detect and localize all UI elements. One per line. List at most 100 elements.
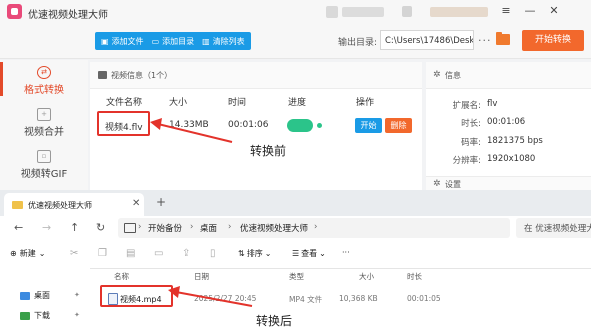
breadcrumb-item[interactable]: 优速视频处理大师: [240, 222, 308, 234]
add-folder-button[interactable]: ▭ 添加目录: [152, 36, 195, 47]
column-header-type[interactable]: 类型: [289, 271, 304, 282]
new-button[interactable]: ⊕ 新建 ⌄: [10, 248, 45, 259]
pin-icon[interactable]: ✦: [74, 311, 80, 319]
delete-button[interactable]: 删除: [385, 118, 412, 133]
nav-item-label: 下载: [34, 311, 50, 320]
file-name[interactable]: 视频4.mp4: [120, 294, 162, 305]
close-tab-icon[interactable]: ✕: [132, 198, 140, 209]
sidebar-item-label: 视频合并: [24, 127, 64, 138]
panel-title: 视频信息（1个）: [111, 71, 173, 80]
sidebar: ⇄ 格式转换 + 视频合并 ▫ 视频转GIF: [0, 60, 88, 190]
breadcrumb-item[interactable]: 桌面: [200, 222, 217, 234]
chevron-right-icon: ›: [190, 222, 194, 232]
column-header-name[interactable]: 名称: [114, 271, 129, 282]
delete-icon[interactable]: ▯: [210, 248, 216, 259]
column-header-name: 文件名称: [106, 98, 143, 108]
column-header-progress: 进度: [288, 98, 307, 108]
chevron-right-icon: ›: [314, 222, 318, 232]
panel-header: 视频信息（1个）: [90, 62, 422, 89]
nav-item-label: 桌面: [34, 291, 50, 300]
sidebar-item-video-merge[interactable]: + 视频合并: [0, 108, 88, 138]
user-name-blurred: [342, 7, 384, 17]
info-key: 分辨率:: [452, 156, 481, 166]
close-icon[interactable]: ✕: [546, 3, 562, 19]
status-dot: [317, 123, 322, 128]
forward-icon[interactable]: →: [42, 221, 51, 234]
file-duration-cell: 00:01:06: [228, 120, 269, 130]
info-value: 1821375 bps: [487, 136, 543, 146]
address-box[interactable]: › 开始备份 › 桌面 › 优速视频处理大师 ›: [118, 218, 510, 238]
open-folder-icon[interactable]: [496, 32, 510, 45]
sidebar-item-format-convert[interactable]: ⇄ 格式转换: [0, 66, 88, 96]
sort-label: 排序: [246, 249, 263, 258]
paste-icon[interactable]: ▤: [126, 248, 135, 259]
sidebar-item-video-gif[interactable]: ▫ 视频转GIF: [0, 150, 88, 180]
explorer-command-bar: ⊕ 新建 ⌄ ✂ ❐ ▤ ▭ ⇪ ▯ ⇅ 排序 ⌄ ☰ 查看 ⌄ ···: [0, 240, 591, 269]
up-icon[interactable]: ↑: [70, 221, 79, 234]
explorer-tab-title: 优速视频处理大师: [28, 201, 92, 210]
clear-list-button[interactable]: ▥ 清除列表: [202, 36, 245, 47]
start-convert-button[interactable]: 开始转换: [522, 30, 584, 51]
file-name-cell: 视频4.flv: [105, 123, 143, 133]
app-window: 优速视频处理大师 ≡ — ✕ ▣ 添加文件 ▭ 添加目录 ▥ 清除列表 输出目录…: [0, 0, 591, 191]
column-header-size: 大小: [169, 98, 188, 108]
progress-toggle[interactable]: [287, 119, 313, 132]
nav-item-desktop[interactable]: 桌面: [20, 290, 50, 301]
app-title: 优速视频处理大师: [28, 10, 108, 21]
trash-icon: ▥: [202, 36, 210, 46]
plus-circle-icon: ⊕: [10, 249, 17, 258]
cut-icon[interactable]: ✂: [70, 248, 78, 259]
new-tab-icon[interactable]: +: [156, 195, 166, 209]
add-file-icon: ▣: [101, 36, 109, 46]
output-dir-label: 输出目录:: [338, 38, 378, 48]
info-key: 扩展名:: [452, 101, 481, 111]
settings-title: 设置: [445, 180, 461, 189]
file-explorer-window: 优速视频处理大师 ✕ + ← → ↑ ↻ › 开始备份 › 桌面 › 优速视频处…: [0, 190, 591, 328]
info-value: flv: [487, 99, 498, 109]
avatar[interactable]: [326, 6, 338, 18]
explorer-address-bar: ← → ↑ ↻ › 开始备份 › 桌面 › 优速视频处理大师 › 在 优速视频处…: [0, 216, 591, 241]
title-bar: 优速视频处理大师 ≡ — ✕: [0, 0, 591, 24]
refresh-icon[interactable]: ↻: [96, 221, 105, 234]
chevron-down-icon: ⌄: [38, 249, 46, 258]
column-header-date[interactable]: 日期: [194, 271, 209, 282]
info-value: 1920x1080: [487, 154, 536, 164]
folder-icon: ▭: [151, 36, 160, 46]
column-header-time: 时间: [228, 98, 247, 108]
chevron-down-icon: ⌄: [264, 249, 272, 258]
explorer-file-list: 名称 日期 类型 大小 时长 视频4.mp4 2025/2/27 20:45 M…: [92, 268, 591, 328]
file-size: 10,368 KB: [339, 294, 378, 303]
user-icon-blurred: [402, 6, 412, 17]
view-button[interactable]: ☰ 查看 ⌄: [292, 248, 326, 259]
share-icon[interactable]: ⇪: [182, 248, 190, 259]
desktop-icon: [20, 291, 30, 300]
add-file-button[interactable]: ▣ 添加文件: [101, 36, 144, 47]
info-key: 码率:: [461, 138, 481, 148]
settings-header[interactable]: ✲ 设置: [426, 176, 591, 191]
explorer-tab[interactable]: 优速视频处理大师 ✕: [4, 193, 144, 216]
info-key: 时长:: [461, 119, 481, 129]
column-header-duration[interactable]: 时长: [407, 271, 422, 282]
back-icon[interactable]: ←: [14, 221, 23, 234]
file-date: 2025/2/27 20:45: [194, 294, 257, 303]
search-input[interactable]: 在 优速视频处理大: [516, 218, 591, 238]
column-header-size[interactable]: 大小: [359, 271, 374, 282]
format-convert-icon: ⇄: [37, 66, 51, 79]
video-list-panel: 视频信息（1个） 文件名称 大小 时间 进度 操作 视频4.flv 14.33M…: [90, 62, 422, 190]
file-duration: 00:01:05: [407, 294, 441, 303]
open-button[interactable]: 开始: [355, 118, 382, 133]
more-options-button[interactable]: ···: [478, 34, 492, 47]
output-dir-input[interactable]: C:\Users\17486\Deskto: [380, 30, 474, 50]
annotation-before: 转换前: [250, 144, 287, 158]
copy-icon[interactable]: ❐: [98, 248, 107, 259]
breadcrumb-item[interactable]: 开始备份: [148, 222, 182, 234]
vip-badge-blurred[interactable]: [430, 7, 488, 17]
minimize-icon[interactable]: —: [522, 3, 538, 19]
sort-button[interactable]: ⇅ 排序 ⌄: [238, 248, 271, 259]
nav-item-downloads[interactable]: 下载: [20, 310, 50, 321]
pin-icon[interactable]: ✦: [74, 291, 80, 299]
menu-icon[interactable]: ≡: [498, 3, 514, 19]
more-commands-button[interactable]: ···: [342, 248, 350, 257]
clear-list-label: 清除列表: [212, 36, 245, 46]
rename-icon[interactable]: ▭: [154, 248, 163, 259]
